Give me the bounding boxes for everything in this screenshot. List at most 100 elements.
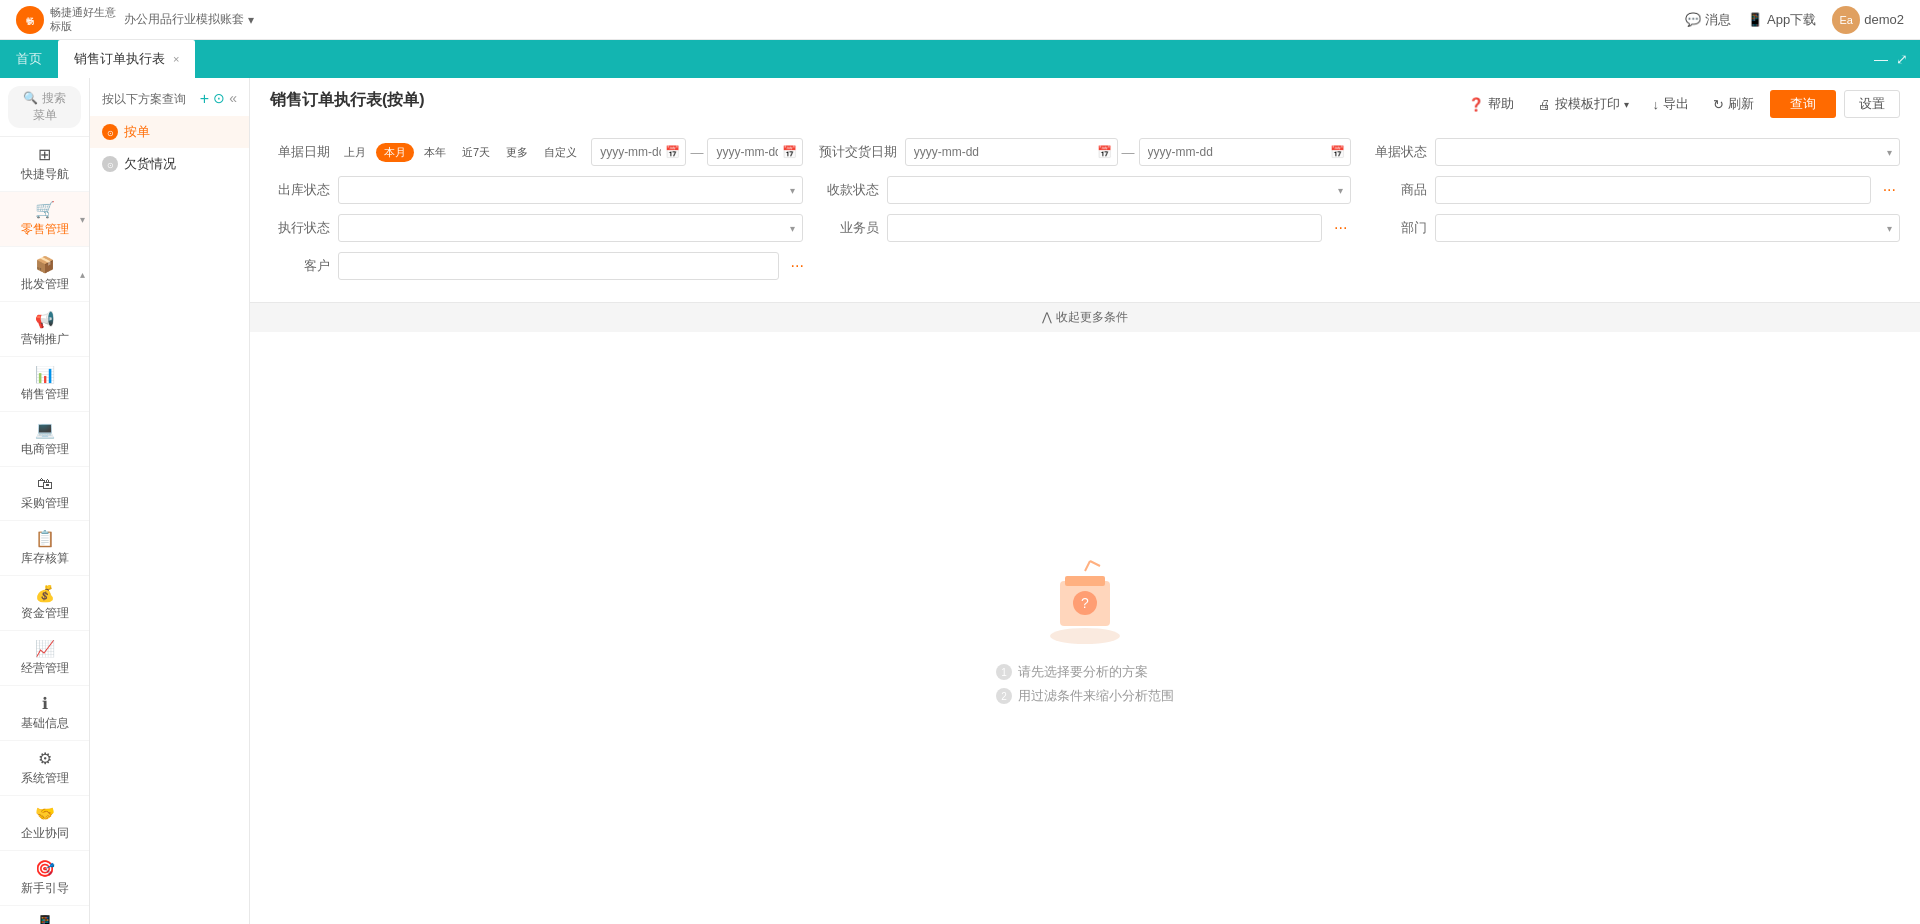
filter-row-4: 客户 ···: [270, 252, 1900, 280]
sidebar-item-wholesale[interactable]: 📦 批发管理 ▴: [0, 247, 89, 302]
filter-order-status: 单据状态 ▾: [1367, 138, 1900, 166]
scheme-item-order[interactable]: ⊙ 按单: [90, 116, 249, 148]
search-menu-button[interactable]: 🔍 搜索菜单: [8, 86, 81, 128]
appcenter-icon: 📱: [35, 914, 55, 924]
tab-close-icon[interactable]: ×: [173, 53, 179, 65]
help-icon: ❓: [1468, 97, 1484, 112]
salesman-input[interactable]: [887, 214, 1322, 242]
goods-more-icon[interactable]: ···: [1879, 181, 1900, 199]
btn-this-year[interactable]: 本年: [418, 143, 452, 162]
tip-number-1: 1: [996, 664, 1012, 680]
page-title: 销售订单执行表(按单): [270, 90, 425, 111]
collapse-panel-icon[interactable]: «: [229, 90, 237, 108]
btn-7days[interactable]: 近7天: [456, 143, 496, 162]
settings-button[interactable]: 设置: [1844, 90, 1900, 118]
add-scheme-icon[interactable]: +: [200, 90, 209, 108]
app-download-button[interactable]: 📱 App下载: [1747, 11, 1816, 29]
customer-more-icon[interactable]: ···: [787, 257, 808, 275]
query-button[interactable]: 查询: [1770, 90, 1836, 118]
btn-more[interactable]: 更多: [500, 143, 534, 162]
ecommerce-icon: 💻: [35, 420, 55, 439]
sidebar-item-collab[interactable]: 🤝 企业协同: [0, 796, 89, 851]
print-button[interactable]: 🖨 按模板打印 ▾: [1530, 91, 1637, 117]
exec-status-label: 执行状态: [270, 219, 330, 237]
sidebar-search: 🔍 搜索菜单: [0, 78, 89, 137]
collapse-chevron-icon: ⋀: [1042, 310, 1052, 324]
expected-start-input[interactable]: [905, 138, 1118, 166]
sidebar-item-retail[interactable]: 🛒 零售管理 ▾: [0, 192, 89, 247]
customer-input[interactable]: [338, 252, 779, 280]
expected-start-wrapper: 📅: [905, 138, 1118, 166]
expected-date-label: 预计交货日期: [819, 143, 897, 161]
filter-department: 部门 ▾: [1367, 214, 1900, 242]
sidebar-item-marketing[interactable]: 📢 营销推广: [0, 302, 89, 357]
svg-text:畅: 畅: [26, 17, 34, 26]
print-chevron-icon: ▾: [1624, 99, 1629, 110]
collab-icon: 🤝: [35, 804, 55, 823]
svg-line-11: [1085, 561, 1090, 571]
refresh-button[interactable]: ↻ 刷新: [1705, 91, 1762, 117]
sales-icon: 📊: [35, 365, 55, 384]
message-button[interactable]: 💬 消息: [1685, 11, 1731, 29]
btn-last-month[interactable]: 上月: [338, 143, 372, 162]
filter-row-1: 单据日期 上月 本月 本年 近7天 更多 自定义: [270, 138, 1900, 166]
btn-custom[interactable]: 自定义: [538, 143, 583, 162]
order-status-label: 单据状态: [1367, 143, 1427, 161]
maximize-icon[interactable]: ⤢: [1896, 51, 1908, 67]
company-selector[interactable]: 办公用品行业模拟账套 ▾: [124, 11, 254, 28]
refresh-icon: ↻: [1713, 97, 1724, 112]
chevron-down-icon: ▾: [80, 214, 85, 225]
marketing-icon: 📢: [35, 310, 55, 329]
sidebar-item-basicinfo[interactable]: ℹ 基础信息: [0, 686, 89, 741]
top-header: 畅 畅捷通好生意 标版 办公用品行业模拟账套 ▾ 💬 消息 📱 App下载 Ea…: [0, 0, 1920, 40]
salesman-more-icon[interactable]: ···: [1330, 219, 1351, 237]
sidebar-item-guide[interactable]: 🎯 新手引导: [0, 851, 89, 906]
quicknav-icon: ⊞: [38, 145, 51, 164]
department-select[interactable]: [1435, 214, 1900, 242]
user-profile[interactable]: Ea demo2: [1832, 6, 1904, 34]
sidebar-item-system[interactable]: ⚙ 系统管理: [0, 741, 89, 796]
filter-out-status: 出库状态 ▾: [270, 176, 803, 204]
expected-end-input[interactable]: [1139, 138, 1352, 166]
sidebar-item-operation[interactable]: 📈 经营管理: [0, 631, 89, 686]
collapse-bar[interactable]: ⋀ 收起更多条件: [250, 302, 1920, 332]
minimize-icon[interactable]: —: [1874, 51, 1888, 67]
sidebar-item-ecommerce[interactable]: 💻 电商管理: [0, 412, 89, 467]
basicinfo-icon: ℹ: [42, 694, 48, 713]
expected-separator: —: [1122, 145, 1135, 160]
date-start-input[interactable]: [591, 138, 686, 166]
filter-row-2: 出库状态 ▾ 收款状态: [270, 176, 1900, 204]
order-status-select[interactable]: [1435, 138, 1900, 166]
receive-status-select[interactable]: [887, 176, 1352, 204]
sidebar-item-appcenter[interactable]: 📱 应用中心: [0, 906, 89, 924]
btn-this-month[interactable]: 本月: [376, 143, 414, 162]
help-button[interactable]: ❓ 帮助: [1460, 91, 1522, 117]
settings-scheme-icon[interactable]: ⊙: [213, 90, 225, 108]
exec-status-select-wrapper: ▾: [338, 214, 803, 242]
finance-icon: 💰: [35, 584, 55, 603]
date-end-input[interactable]: [707, 138, 802, 166]
header-left: 畅 畅捷通好生意 标版 办公用品行业模拟账套 ▾: [16, 6, 254, 34]
export-button[interactable]: ↓ 导出: [1645, 91, 1698, 117]
sidebar-item-sales[interactable]: 📊 销售管理: [0, 357, 89, 412]
out-status-select[interactable]: [338, 176, 803, 204]
tab-home[interactable]: 首页: [0, 40, 58, 78]
filter-exec-status: 执行状态 ▾: [270, 214, 803, 242]
right-content: 销售订单执行表(按单) ❓ 帮助 🖨 按模板打印 ▾ ↓: [250, 78, 1920, 924]
tab-sales-order[interactable]: 销售订单执行表 ×: [58, 40, 195, 78]
date-separator: —: [690, 145, 703, 160]
sidebar-item-quicknav[interactable]: ⊞ 快捷导航: [0, 137, 89, 192]
sidebar-item-inventory[interactable]: 📋 库存核算: [0, 521, 89, 576]
goods-input[interactable]: [1435, 176, 1870, 204]
svg-text:⊙: ⊙: [107, 161, 114, 170]
svg-point-6: [1050, 628, 1120, 644]
exec-status-select[interactable]: [338, 214, 803, 242]
sidebar-item-finance[interactable]: 💰 资金管理: [0, 576, 89, 631]
system-icon: ⚙: [38, 749, 52, 768]
scheme-item-shortage[interactable]: ⊙ 欠货情况: [90, 148, 249, 180]
chevron-down-icon: ▾: [248, 13, 254, 27]
print-icon: 🖨: [1538, 97, 1551, 112]
date-quick-btns: 上月 本月 本年 近7天 更多 自定义: [338, 143, 583, 162]
goods-label: 商品: [1367, 181, 1427, 199]
sidebar-item-purchase[interactable]: 🛍 采购管理: [0, 467, 89, 521]
